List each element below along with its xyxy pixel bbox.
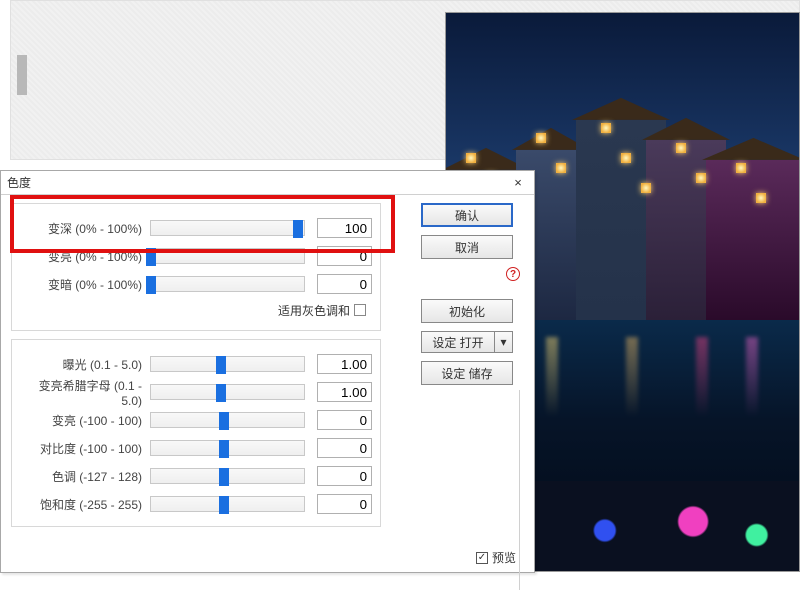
input-saturation[interactable] (317, 494, 372, 514)
slider-brightness[interactable] (150, 412, 305, 428)
ok-button[interactable]: 确认 (421, 203, 513, 227)
slider-hue[interactable] (150, 468, 305, 484)
input-exposure[interactable] (317, 354, 372, 374)
slider-saturation[interactable] (150, 496, 305, 512)
slider-thumb[interactable] (219, 468, 229, 486)
label-deepen: 变深 (0% - 100%) (20, 220, 150, 237)
slider-thumb[interactable] (146, 248, 156, 266)
label-apply-gray: 适用灰色调和 (278, 302, 350, 319)
input-contrast[interactable] (317, 438, 372, 458)
slider-contrast[interactable] (150, 440, 305, 456)
dialog-titlebar[interactable]: 色度 × (1, 171, 534, 195)
input-lighten1[interactable] (317, 246, 372, 266)
slider-lighten1[interactable] (150, 248, 305, 264)
label-darken: 变暗 (0% - 100%) (20, 276, 150, 293)
slider-thumb[interactable] (216, 384, 226, 402)
settings-save-button[interactable]: 设定 储存 (421, 361, 513, 385)
help-icon[interactable]: ? (506, 267, 520, 281)
slider-thumb[interactable] (293, 220, 303, 238)
close-button[interactable]: × (508, 175, 528, 190)
checkbox-preview[interactable]: ✓ (476, 552, 488, 564)
settings-open-dropdown[interactable]: 设定 打开 ▾ (421, 331, 513, 353)
slider-exposure[interactable] (150, 356, 305, 372)
checkbox-apply-gray[interactable] (354, 304, 366, 316)
label-preview: 预览 (492, 549, 516, 566)
dialog-title: 色度 (7, 174, 508, 191)
label-gamma: 变亮希腊字母 (0.1 - 5.0) (20, 377, 150, 408)
chevron-down-icon[interactable]: ▾ (494, 332, 512, 352)
dialog-scrollbar[interactable] (519, 390, 535, 590)
hue-dialog: 色度 × 变深 (0% - 100%) 变亮 (0% - 100%) 变暗 (0… (0, 170, 535, 573)
slider-thumb[interactable] (219, 412, 229, 430)
label-contrast: 对比度 (-100 - 100) (20, 440, 150, 457)
slider-deepen[interactable] (150, 220, 305, 236)
slider-thumb[interactable] (219, 440, 229, 458)
input-gamma[interactable] (317, 382, 372, 402)
slider-darken[interactable] (150, 276, 305, 292)
label-lighten1: 变亮 (0% - 100%) (20, 248, 150, 265)
label-hue: 色调 (-127 - 128) (20, 468, 150, 485)
cancel-button[interactable]: 取消 (421, 235, 513, 259)
input-darken[interactable] (317, 274, 372, 294)
label-saturation: 饱和度 (-255 - 255) (20, 496, 150, 513)
input-brightness[interactable] (317, 410, 372, 430)
label-brightness: 变亮 (-100 - 100) (20, 412, 150, 429)
label-exposure: 曝光 (0.1 - 5.0) (20, 356, 150, 373)
slider-thumb[interactable] (146, 276, 156, 294)
dialog-buttons: 确认 取消 ? 初始化 设定 打开 ▾ 设定 储存 (412, 203, 522, 393)
slider-thumb[interactable] (216, 356, 226, 374)
background-scrollbar-thumb[interactable] (17, 55, 27, 95)
slider-thumb[interactable] (219, 496, 229, 514)
reset-button[interactable]: 初始化 (421, 299, 513, 323)
slider-gamma[interactable] (150, 384, 305, 400)
group-exposure: 曝光 (0.1 - 5.0) 变亮希腊字母 (0.1 - 5.0) 变亮 (-1… (11, 339, 381, 527)
group-saturation: 变深 (0% - 100%) 变亮 (0% - 100%) 变暗 (0% - 1… (11, 203, 381, 331)
input-hue[interactable] (317, 466, 372, 486)
input-deepen[interactable] (317, 218, 372, 238)
